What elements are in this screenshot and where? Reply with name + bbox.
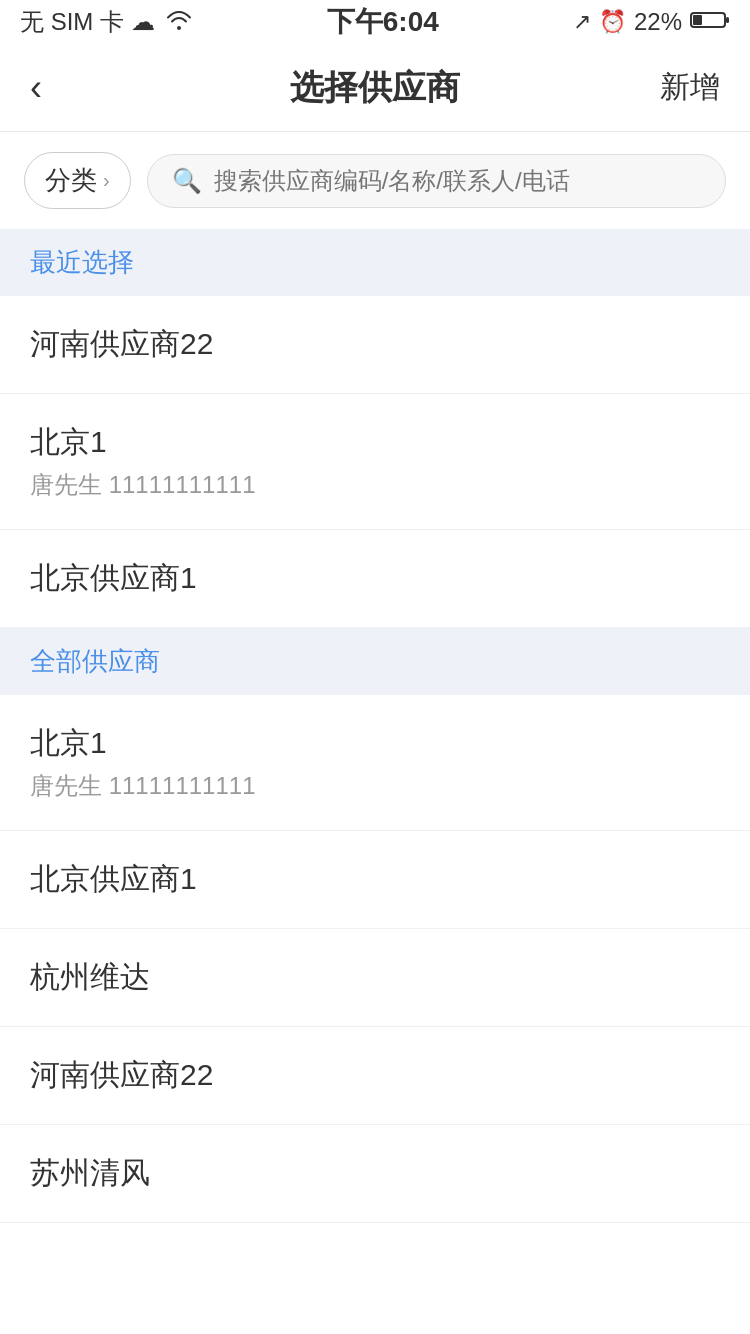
item-name: 苏州清风 (30, 1153, 720, 1194)
battery-level: 22% (634, 8, 682, 36)
svg-rect-1 (693, 15, 702, 25)
search-input[interactable] (214, 167, 701, 195)
location-icon: ↗ (573, 9, 591, 35)
add-button[interactable]: 新增 (660, 67, 720, 108)
search-icon: 🔍 (172, 167, 202, 195)
category-filter[interactable]: 分类 › (24, 152, 131, 209)
sim-status: 无 SIM 卡 ☁ (20, 6, 155, 38)
status-left: 无 SIM 卡 ☁ (20, 6, 193, 38)
category-label: 分类 (45, 163, 97, 198)
list-item[interactable]: 河南供应商22 (0, 1027, 750, 1125)
battery-icon (690, 8, 730, 36)
list-item[interactable]: 北京1 唐先生 11111111111 (0, 394, 750, 530)
item-name: 北京1 (30, 723, 720, 764)
recent-section-header: 最近选择 (0, 229, 750, 296)
svg-rect-2 (726, 17, 729, 23)
list-item[interactable]: 杭州维达 (0, 929, 750, 1027)
list-item[interactable]: 北京供应商1 (0, 530, 750, 628)
filter-bar: 分类 › 🔍 (0, 132, 750, 229)
item-name: 河南供应商22 (30, 1055, 720, 1096)
page-title: 选择供应商 (290, 65, 460, 111)
search-box[interactable]: 🔍 (147, 154, 726, 208)
alarm-icon: ⏰ (599, 9, 626, 35)
status-right: ↗ ⏰ 22% (573, 8, 730, 36)
list-item[interactable]: 北京供应商1 (0, 831, 750, 929)
all-items-list: 北京1 唐先生 11111111111 北京供应商1 杭州维达 河南供应商22 … (0, 695, 750, 1223)
recent-items-list: 河南供应商22 北京1 唐先生 11111111111 北京供应商1 (0, 296, 750, 628)
item-sub: 唐先生 11111111111 (30, 469, 720, 501)
back-button[interactable]: ‹ (30, 67, 90, 109)
item-name: 北京供应商1 (30, 558, 720, 599)
item-name: 河南供应商22 (30, 324, 720, 365)
item-name: 杭州维达 (30, 957, 720, 998)
status-bar: 无 SIM 卡 ☁ 下午6:04 ↗ ⏰ 22% (0, 0, 750, 44)
item-name: 北京1 (30, 422, 720, 463)
chevron-right-icon: › (103, 169, 110, 192)
status-time: 下午6:04 (327, 3, 439, 41)
list-item[interactable]: 苏州清风 (0, 1125, 750, 1223)
nav-bar: ‹ 选择供应商 新增 (0, 44, 750, 132)
wifi-icon (165, 8, 193, 36)
list-item[interactable]: 北京1 唐先生 11111111111 (0, 695, 750, 831)
item-name: 北京供应商1 (30, 859, 720, 900)
list-item[interactable]: 河南供应商22 (0, 296, 750, 394)
all-section-header: 全部供应商 (0, 628, 750, 695)
item-sub: 唐先生 11111111111 (30, 770, 720, 802)
